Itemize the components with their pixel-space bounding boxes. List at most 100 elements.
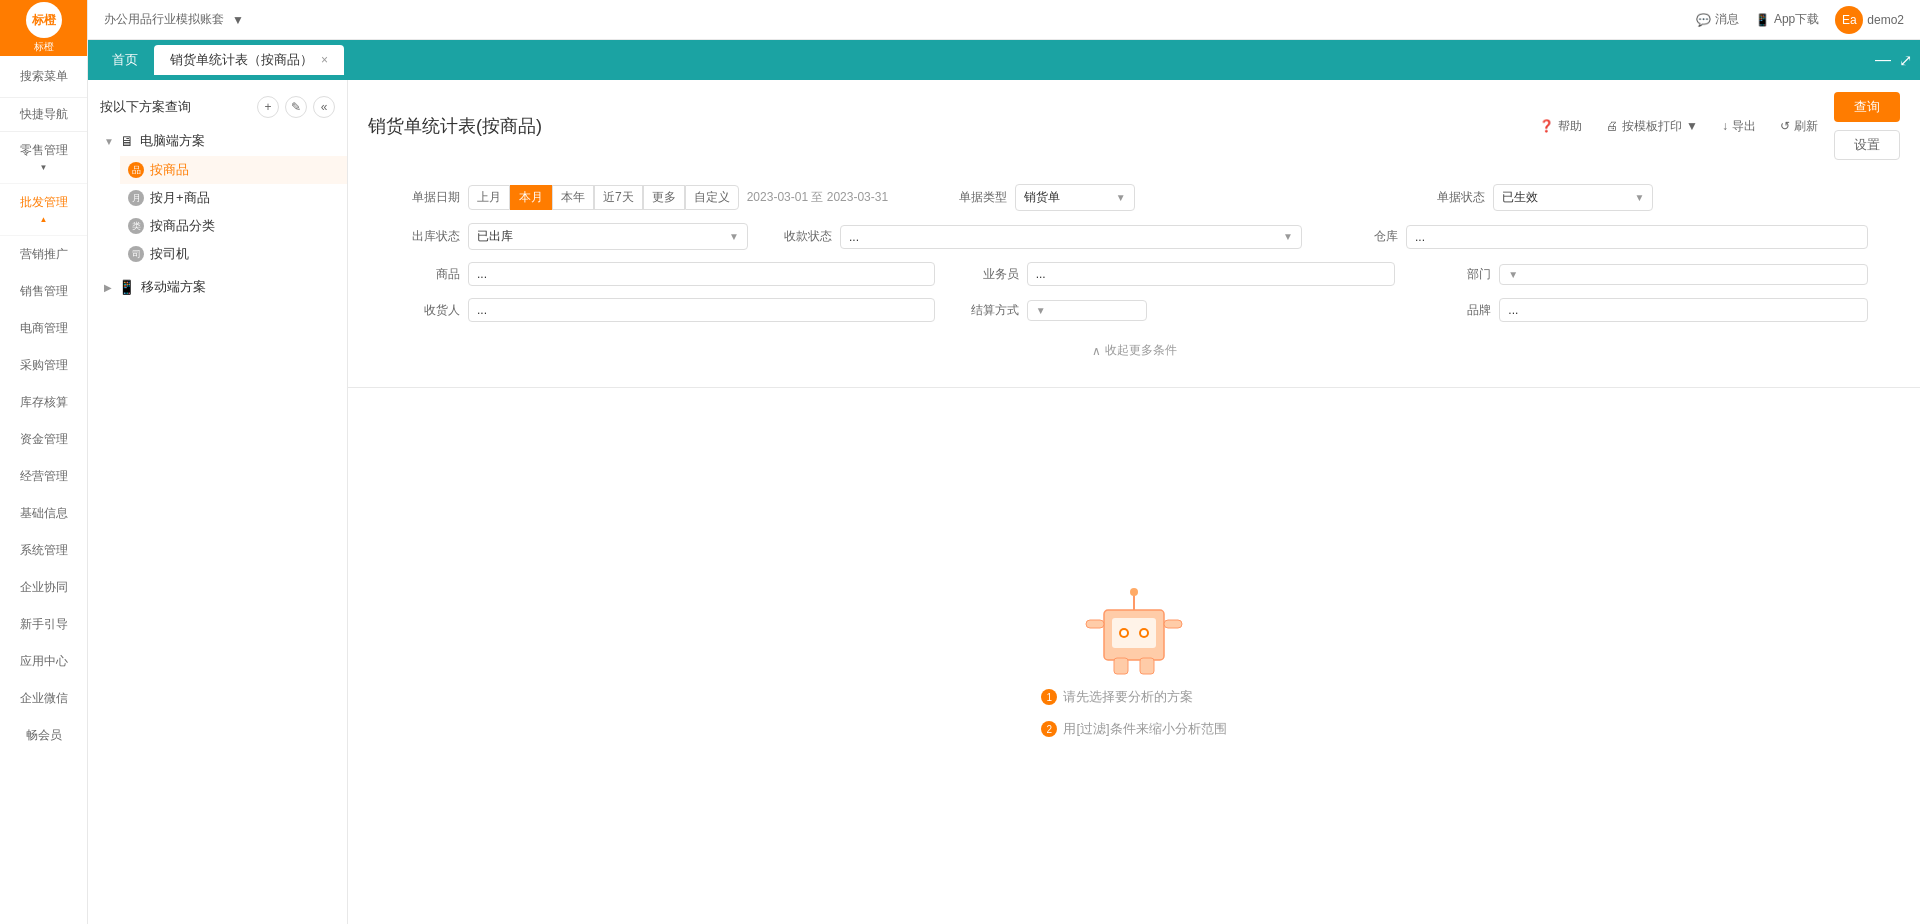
- wholesale-arrow-icon: ▲: [40, 215, 48, 224]
- collapse-btn[interactable]: ∧ 收起更多条件: [388, 334, 1880, 367]
- date-btn-this-month[interactable]: 本月: [510, 185, 552, 210]
- panel-edit-btn[interactable]: ✎: [285, 96, 307, 118]
- app-download-label: App下载: [1774, 11, 1819, 28]
- sidebar-item-system[interactable]: 系统管理: [0, 532, 87, 569]
- doc-type-chevron: ▼: [1116, 192, 1126, 203]
- settings-btn[interactable]: 设置: [1834, 130, 1900, 160]
- right-panel: 销货单统计表(按商品) ❓ 帮助 🖨 按模板打印 ▼ ↓: [348, 80, 1920, 924]
- sidebar-item-retail[interactable]: 零售管理 ▼: [0, 132, 87, 184]
- template-print-btn[interactable]: 🖨 按模板打印 ▼: [1598, 114, 1706, 139]
- date-btn-custom[interactable]: 自定义: [685, 185, 739, 210]
- out-status-select[interactable]: 已出库 ▼: [468, 223, 748, 250]
- sidebar-item-basic[interactable]: 基础信息: [0, 495, 87, 532]
- doc-status-chevron: ▼: [1634, 192, 1644, 203]
- receiver-input[interactable]: ...: [468, 298, 935, 322]
- template-print-icon: 🖨: [1606, 119, 1618, 133]
- department-col: 部门 ▼: [1407, 264, 1880, 285]
- department-label: 部门: [1419, 266, 1499, 283]
- avatar: Ea: [1835, 6, 1863, 34]
- tree-child-by-month-goods[interactable]: 月 按月+商品: [120, 184, 347, 212]
- sidebar-item-wechat[interactable]: 企业微信: [0, 680, 87, 717]
- child-icon-month: 月: [128, 190, 144, 206]
- main-area: 办公用品行业模拟账套 ▼ 💬 消息 📱 App下载 Ea demo2 首页: [88, 0, 1920, 924]
- sidebar-item-inventory[interactable]: 库存核算: [0, 384, 87, 421]
- tree-child-by-cashier[interactable]: 司 按司机: [120, 240, 347, 268]
- sidebar-item-finance[interactable]: 资金管理: [0, 421, 87, 458]
- workspace-dropdown-icon[interactable]: ▼: [232, 13, 244, 27]
- settlement-label: 结算方式: [947, 302, 1027, 319]
- brand-input[interactable]: ...: [1499, 298, 1868, 322]
- child-icon-cashier: 司: [128, 246, 144, 262]
- svg-rect-9: [1164, 620, 1182, 628]
- doc-status-select[interactable]: 已生效 ▼: [1493, 184, 1653, 211]
- sidebar-item-enterprise[interactable]: 企业协同: [0, 569, 87, 606]
- doc-type-label: 单据类型: [935, 189, 1015, 206]
- child-icon-goods: 品: [128, 162, 144, 178]
- settlement-select[interactable]: ▼: [1027, 300, 1147, 321]
- sidebar-item-finance-label: 资金管理: [4, 431, 83, 448]
- logo-icon: 标橙: [26, 2, 62, 38]
- tab-home[interactable]: 首页: [96, 45, 154, 75]
- department-chevron: ▼: [1508, 269, 1518, 280]
- doc-type-select[interactable]: 销货单 ▼: [1015, 184, 1135, 211]
- tab-close-icon[interactable]: ×: [321, 53, 328, 67]
- sidebar-item-guide[interactable]: 新手引导: [0, 606, 87, 643]
- salesperson-dots: ...: [1036, 267, 1046, 281]
- sidebar-item-apps[interactable]: 应用中心: [0, 643, 87, 680]
- date-btn-7days[interactable]: 近7天: [594, 185, 643, 210]
- tab-bar-actions: — ⤢: [1875, 51, 1912, 70]
- date-btn-more[interactable]: 更多: [643, 185, 685, 210]
- app-download-btn[interactable]: 📱 App下载: [1755, 11, 1819, 28]
- panel-collapse-btn[interactable]: «: [313, 96, 335, 118]
- tree-children: 品 按商品 月 按月+商品 类 按商品分类 司 按司机: [88, 156, 347, 268]
- tab-maximize-btn[interactable]: ⤢: [1899, 51, 1912, 70]
- sidebar-item-ecom[interactable]: 电商管理: [0, 310, 87, 347]
- tree-mobile-expand-icon: ▶: [104, 282, 112, 293]
- sidebar-item-wechat-label: 企业微信: [4, 690, 83, 707]
- sidebar-item-system-label: 系统管理: [4, 542, 83, 559]
- help-btn[interactable]: ❓ 帮助: [1531, 114, 1590, 139]
- child-label-by-category: 按商品分类: [150, 217, 215, 235]
- query-btn[interactable]: 查询: [1834, 92, 1900, 122]
- panel-actions: + ✎ «: [257, 96, 335, 118]
- tree-child-by-goods[interactable]: 品 按商品: [120, 156, 347, 184]
- goods-input[interactable]: ...: [468, 262, 935, 286]
- sidebar-item-purchase[interactable]: 采购管理: [0, 347, 87, 384]
- collapse-label: 收起更多条件: [1105, 342, 1177, 359]
- sidebar-item-retail-label: 零售管理: [4, 142, 83, 159]
- warehouse-input[interactable]: ...: [1406, 225, 1868, 249]
- header-left: 办公用品行业模拟账套 ▼: [104, 11, 244, 28]
- goods-dots: ...: [477, 267, 487, 281]
- refresh-btn[interactable]: ↺ 刷新: [1772, 114, 1826, 139]
- message-btn[interactable]: 💬 消息: [1696, 11, 1739, 28]
- sidebar-item-wholesale[interactable]: 批发管理 ▲: [0, 184, 87, 236]
- tab-bar: 首页 销货单统计表（按商品） × — ⤢: [88, 40, 1920, 80]
- logo: 标橙 标橙: [0, 0, 87, 56]
- tree-expand-icon: ▼: [104, 136, 114, 147]
- panel-add-btn[interactable]: +: [257, 96, 279, 118]
- tree-pc-group[interactable]: ▼ 🖥 电脑端方案: [88, 126, 347, 156]
- panel-title: 按以下方案查询: [100, 98, 191, 116]
- sidebar-item-operation[interactable]: 经营管理: [0, 458, 87, 495]
- svg-rect-11: [1140, 658, 1154, 674]
- tree-child-by-category[interactable]: 类 按商品分类: [120, 212, 347, 240]
- tab-active[interactable]: 销货单统计表（按商品） ×: [154, 45, 344, 75]
- empty-step-2: 2 用[过滤]条件来缩小分析范围: [1041, 716, 1226, 742]
- tree-mobile-group[interactable]: ▶ 📱 移动端方案: [88, 272, 347, 302]
- sidebar-item-member[interactable]: 畅会员: [0, 717, 87, 754]
- payment-status-input[interactable]: ... ▼: [840, 225, 1302, 249]
- sidebar-item-sales[interactable]: 销售管理: [0, 273, 87, 310]
- sidebar-item-marketing[interactable]: 营销推广: [0, 236, 87, 273]
- salesperson-input[interactable]: ...: [1027, 262, 1396, 286]
- date-btn-this-year[interactable]: 本年: [552, 185, 594, 210]
- search-menu[interactable]: 搜索菜单: [0, 56, 87, 98]
- page-title: 销货单统计表(按商品): [368, 114, 542, 138]
- quick-nav[interactable]: 快捷导航: [0, 98, 87, 132]
- date-btn-last-month[interactable]: 上月: [468, 185, 510, 210]
- sidebar-item-wholesale-label: 批发管理: [4, 194, 83, 211]
- template-print-chevron: ▼: [1686, 119, 1698, 133]
- export-btn[interactable]: ↓ 导出: [1714, 114, 1764, 139]
- tab-minimize-btn[interactable]: —: [1875, 51, 1891, 70]
- department-input[interactable]: ▼: [1499, 264, 1868, 285]
- user-profile[interactable]: Ea demo2: [1835, 6, 1904, 34]
